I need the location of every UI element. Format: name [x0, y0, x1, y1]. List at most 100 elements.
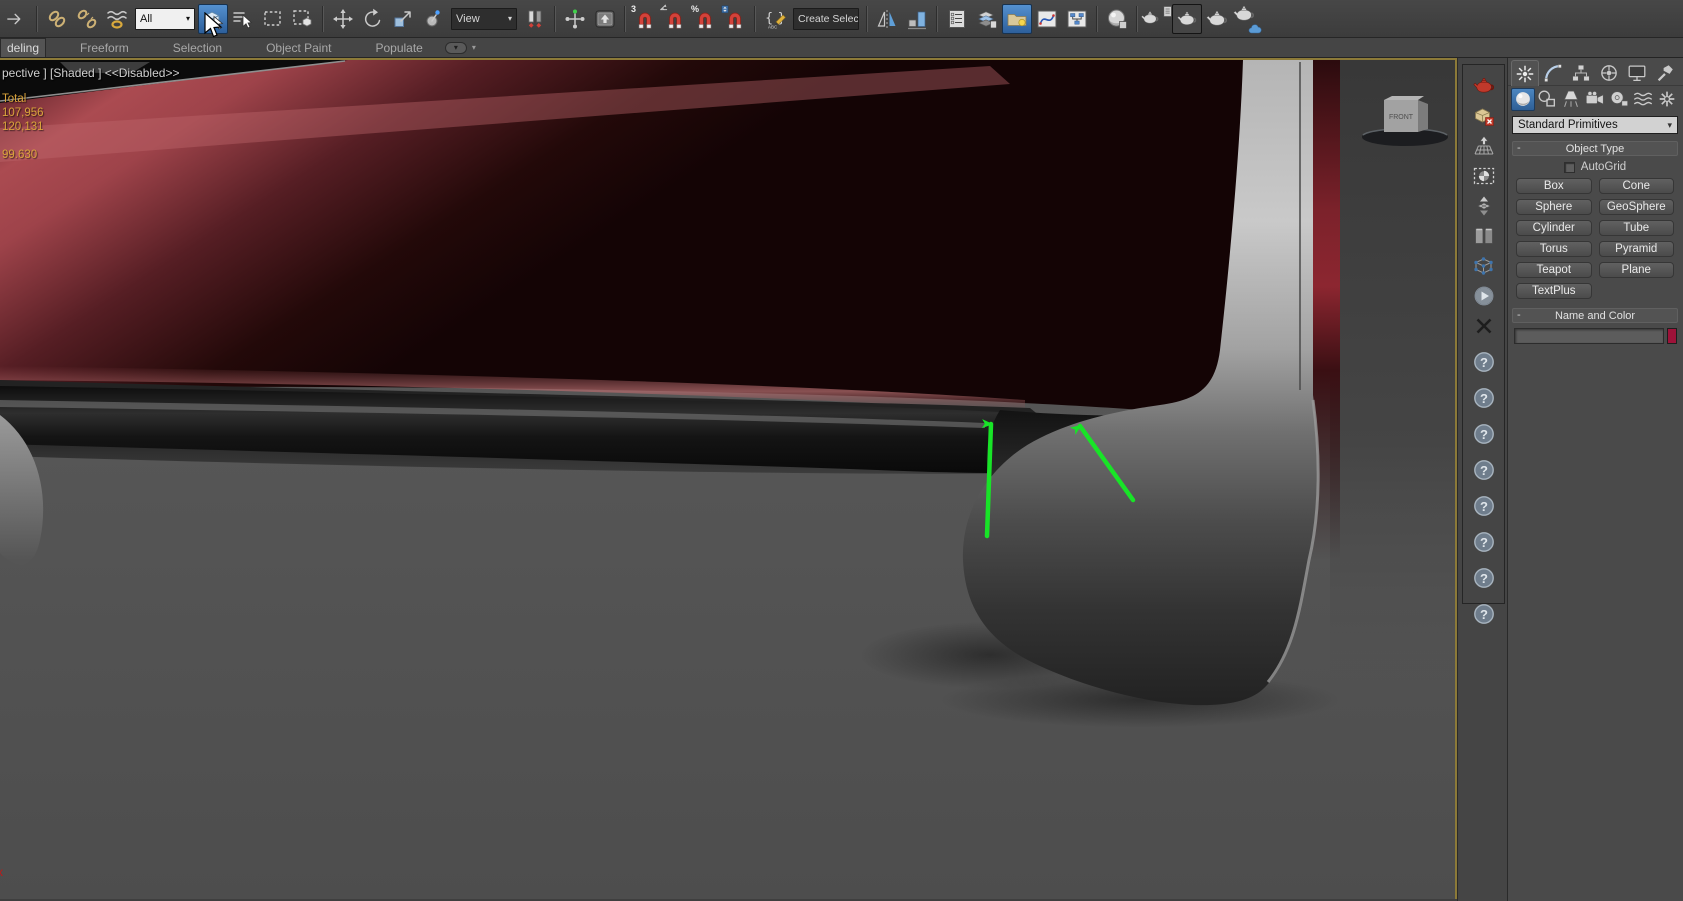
grid-arrow-icon[interactable] [1469, 131, 1499, 161]
close-icon[interactable] [1469, 311, 1499, 341]
viewport-canvas[interactable]: FRONT x [0, 60, 1455, 899]
subtab-shapes[interactable] [1535, 88, 1559, 111]
selection-filter-dropdown[interactable]: All ▾ [135, 7, 195, 30]
select-by-name-button[interactable] [228, 4, 258, 34]
collapse-icon[interactable]: - [1517, 142, 1521, 154]
autogrid-checkbox[interactable] [1563, 161, 1575, 173]
angle-snap-button[interactable] [660, 4, 690, 34]
create-selection-set-combo[interactable]: Create Selection Se ▾ [793, 7, 859, 30]
teapot-icon[interactable] [1469, 71, 1499, 101]
viewport-label[interactable]: pective ] [Shaded ] <<Disabled>> [2, 66, 179, 80]
object-name-field[interactable] [1514, 328, 1664, 344]
percent-snap-button[interactable]: % [690, 4, 720, 34]
ribbon-tab-modeling[interactable]: deling [0, 38, 47, 57]
teapot-button[interactable]: Teapot [1516, 262, 1592, 278]
render-setup-button[interactable] [1142, 4, 1172, 34]
help-icon[interactable] [1469, 599, 1499, 629]
window-crossing-button[interactable] [288, 4, 318, 34]
subtab-lights[interactable] [1559, 88, 1583, 111]
help-icon[interactable] [1469, 527, 1499, 557]
chevron-down-icon: ▾ [185, 14, 190, 23]
textplus-button[interactable]: TextPlus [1516, 283, 1592, 299]
render-production-button[interactable] [1202, 4, 1232, 34]
rendered-frame-window-button[interactable] [1172, 3, 1202, 34]
toolbar-separator [866, 5, 868, 32]
tab-hierarchy[interactable] [1567, 60, 1595, 86]
name-and-color-rollout-header[interactable]: - Name and Color [1512, 308, 1678, 323]
collapse-icon[interactable] [1469, 191, 1499, 221]
object-type-rollout-header[interactable]: - Object Type [1512, 141, 1678, 156]
select-and-place-button[interactable] [418, 4, 448, 34]
subtab-cameras[interactable] [1583, 88, 1607, 111]
align-button[interactable] [902, 4, 932, 34]
collapse-icon[interactable]: - [1517, 309, 1521, 321]
reference-coordinate-system-dropdown[interactable]: View ▾ [451, 7, 517, 30]
toolbar-separator [936, 5, 938, 32]
ribbon-tab-object-paint[interactable]: Object Paint [258, 39, 339, 57]
panels-icon[interactable] [1469, 221, 1499, 251]
box-button[interactable]: Box [1516, 178, 1592, 194]
name-color-row [1512, 323, 1678, 346]
help-icon[interactable] [1469, 419, 1499, 449]
subtab-space-warps[interactable] [1631, 88, 1655, 111]
geosphere-button[interactable]: GeoSphere [1598, 199, 1674, 215]
help-icon[interactable] [1469, 455, 1499, 485]
sphere-button[interactable]: Sphere [1516, 199, 1592, 215]
play-icon[interactable] [1469, 281, 1499, 311]
unlink-selection-icon[interactable] [72, 4, 102, 34]
tab-create[interactable] [1511, 60, 1539, 86]
subtab-systems[interactable] [1655, 88, 1679, 111]
perspective-viewport[interactable]: pective ] [Shaded ] <<Disabled>> Total 1… [0, 58, 1457, 899]
cone-button[interactable]: Cone [1598, 178, 1674, 194]
schematic-view-button[interactable] [1062, 4, 1092, 34]
spinner-snap-button[interactable] [720, 4, 750, 34]
help-icon[interactable] [1469, 347, 1499, 377]
select-and-link-icon[interactable] [42, 4, 72, 34]
subtab-helpers[interactable] [1607, 88, 1631, 111]
tab-display[interactable] [1623, 60, 1651, 86]
checker-select-icon[interactable] [1469, 161, 1499, 191]
toggle-ribbon-button[interactable] [1002, 3, 1032, 34]
toggle-scene-explorer-button[interactable] [942, 4, 972, 34]
category-dropdown-value: Standard Primitives [1518, 119, 1618, 131]
plane-button[interactable]: Plane [1598, 262, 1674, 278]
select-and-manipulate-button[interactable] [560, 4, 590, 34]
tab-modify[interactable] [1539, 60, 1567, 86]
snap-toggle-3d-button[interactable]: 3 [630, 4, 660, 34]
select-and-move-button[interactable] [328, 4, 358, 34]
keyboard-shortcut-override-button[interactable] [590, 4, 620, 34]
object-color-swatch[interactable] [1667, 328, 1677, 344]
box-delete-icon[interactable] [1469, 101, 1499, 131]
pyramid-button[interactable]: Pyramid [1598, 241, 1674, 257]
curve-editor-button[interactable] [1032, 4, 1062, 34]
help-icon[interactable] [1469, 563, 1499, 593]
tube-button[interactable]: Tube [1598, 220, 1674, 236]
edit-named-selection-sets-button[interactable] [760, 4, 790, 34]
mirror-button[interactable] [872, 4, 902, 34]
render-in-cloud-button[interactable] [1232, 4, 1262, 34]
toggle-layer-explorer-button[interactable] [972, 4, 1002, 34]
material-editor-button[interactable] [1102, 4, 1132, 34]
use-pivot-point-center-button[interactable] [520, 4, 550, 34]
ribbon-options-caret-icon[interactable]: ▾ [472, 43, 476, 52]
tab-utilities[interactable] [1651, 60, 1679, 86]
ribbon-tab-freeform[interactable]: Freeform [72, 39, 137, 57]
lattice-icon[interactable] [1469, 251, 1499, 281]
rectangular-selection-region-button[interactable] [258, 4, 288, 34]
ribbon-minimize-button[interactable]: ▾ [444, 41, 467, 54]
category-dropdown[interactable]: Standard Primitives ▾ [1512, 116, 1678, 134]
subtab-geometry[interactable] [1511, 87, 1535, 111]
autogrid-row: AutoGrid [1512, 161, 1678, 173]
torus-button[interactable]: Torus [1516, 241, 1592, 257]
help-icon[interactable] [1469, 491, 1499, 521]
help-icon[interactable] [1469, 383, 1499, 413]
bind-to-space-warp-icon[interactable] [102, 4, 132, 34]
toolbar-separator [1136, 5, 1138, 32]
select-and-scale-button[interactable] [388, 4, 418, 34]
tab-motion[interactable] [1595, 60, 1623, 86]
select-and-rotate-button[interactable] [358, 4, 388, 34]
ribbon-tab-selection[interactable]: Selection [165, 39, 230, 57]
ribbon-tab-populate[interactable]: Populate [367, 39, 430, 57]
redo-icon[interactable] [2, 4, 32, 34]
cylinder-button[interactable]: Cylinder [1516, 220, 1592, 236]
